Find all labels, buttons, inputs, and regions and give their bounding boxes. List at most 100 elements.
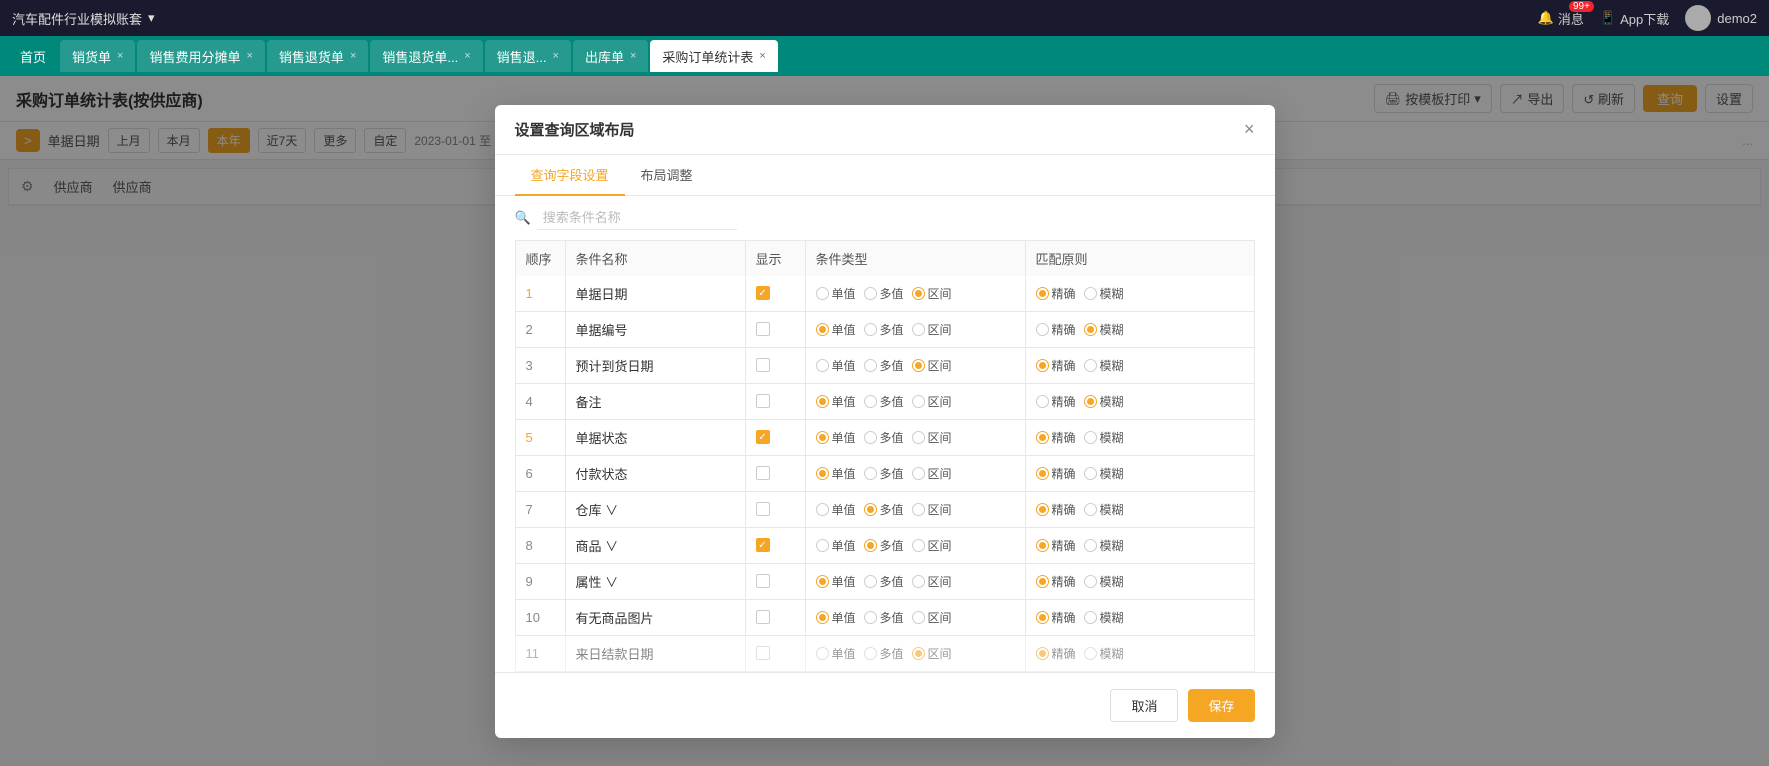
radio-range-5[interactable]: 区间 xyxy=(912,429,952,446)
dropdown-icon[interactable]: ▾ xyxy=(148,10,155,26)
radio-multi-7[interactable]: 多值 xyxy=(864,501,904,518)
radio-fuzzy-9[interactable]: 模糊 xyxy=(1084,573,1124,590)
radio-exact-11[interactable]: 精确 xyxy=(1036,645,1076,662)
checkbox-display-10[interactable] xyxy=(756,610,770,624)
tab-sales-order[interactable]: 销货单 × xyxy=(60,40,135,72)
radio-fuzzy-4[interactable]: 模糊 xyxy=(1084,393,1124,410)
checkbox-display-4[interactable] xyxy=(756,394,770,408)
message-btn[interactable]: 🔔 消息 99+ xyxy=(1538,9,1584,28)
radio-fuzzy-7[interactable]: 模糊 xyxy=(1084,501,1124,518)
cell-display-4[interactable] xyxy=(746,384,806,419)
tab-sales-return3-close[interactable]: × xyxy=(553,50,559,62)
radio-exact-5[interactable]: 精确 xyxy=(1036,429,1076,446)
radio-single-5[interactable]: 单值 xyxy=(816,429,856,446)
cell-display-7[interactable] xyxy=(746,492,806,527)
radio-exact-9[interactable]: 精确 xyxy=(1036,573,1076,590)
radio-exact-1[interactable]: 精确 xyxy=(1036,285,1076,302)
checkbox-display-3[interactable] xyxy=(756,358,770,372)
tab-sales-return1-close[interactable]: × xyxy=(350,50,356,62)
cell-display-1[interactable] xyxy=(746,276,806,311)
radio-multi-5[interactable]: 多值 xyxy=(864,429,904,446)
radio-range-9[interactable]: 区间 xyxy=(912,573,952,590)
tab-query-fields[interactable]: 查询字段设置 xyxy=(515,155,625,196)
radio-single-9[interactable]: 单值 xyxy=(816,573,856,590)
cell-display-5[interactable] xyxy=(746,420,806,455)
radio-range-10[interactable]: 区间 xyxy=(912,609,952,626)
search-input[interactable] xyxy=(537,206,737,230)
radio-range-1[interactable]: 区间 xyxy=(912,285,952,302)
checkbox-display-6[interactable] xyxy=(756,466,770,480)
radio-single-11[interactable]: 单值 xyxy=(816,645,856,662)
save-button[interactable]: 保存 xyxy=(1188,689,1254,722)
radio-exact-10[interactable]: 精确 xyxy=(1036,609,1076,626)
radio-multi-10[interactable]: 多值 xyxy=(864,609,904,626)
tab-layout-adjust[interactable]: 布局调整 xyxy=(625,155,709,196)
checkbox-display-2[interactable] xyxy=(756,322,770,336)
tab-sales-return3[interactable]: 销售退... × xyxy=(485,40,571,72)
radio-fuzzy-3[interactable]: 模糊 xyxy=(1084,357,1124,374)
tab-outbound[interactable]: 出库单 × xyxy=(573,40,648,72)
radio-range-8[interactable]: 区间 xyxy=(912,537,952,554)
radio-multi-11[interactable]: 多值 xyxy=(864,645,904,662)
radio-multi-6[interactable]: 多值 xyxy=(864,465,904,482)
radio-exact-7[interactable]: 精确 xyxy=(1036,501,1076,518)
radio-multi-3[interactable]: 多值 xyxy=(864,357,904,374)
radio-fuzzy-6[interactable]: 模糊 xyxy=(1084,465,1124,482)
user-avatar-area[interactable]: demo2 xyxy=(1685,5,1757,31)
radio-fuzzy-2[interactable]: 模糊 xyxy=(1084,321,1124,338)
checkbox-display-9[interactable] xyxy=(756,574,770,588)
tab-purchase-stat-close[interactable]: × xyxy=(759,50,765,62)
radio-exact-3[interactable]: 精确 xyxy=(1036,357,1076,374)
radio-multi-9[interactable]: 多值 xyxy=(864,573,904,590)
tab-sales-fee[interactable]: 销售费用分摊单 × xyxy=(137,40,264,72)
radio-exact-2[interactable]: 精确 xyxy=(1036,321,1076,338)
radio-range-3[interactable]: 区间 xyxy=(912,357,952,374)
dialog-close-button[interactable]: × xyxy=(1244,120,1255,138)
radio-single-2[interactable]: 单值 xyxy=(816,321,856,338)
tab-purchase-stat[interactable]: 采购订单统计表 × xyxy=(650,40,777,72)
tab-home[interactable]: 首页 xyxy=(8,40,58,72)
checkbox-display-5[interactable] xyxy=(756,430,770,444)
radio-range-2[interactable]: 区间 xyxy=(912,321,952,338)
radio-fuzzy-11[interactable]: 模糊 xyxy=(1084,645,1124,662)
radio-multi-2[interactable]: 多值 xyxy=(864,321,904,338)
radio-multi-1[interactable]: 多值 xyxy=(864,285,904,302)
tab-sales-return1[interactable]: 销售退货单 × xyxy=(267,40,368,72)
radio-single-6[interactable]: 单值 xyxy=(816,465,856,482)
cell-display-8[interactable] xyxy=(746,528,806,563)
radio-range-11[interactable]: 区间 xyxy=(912,645,952,662)
radio-single-1[interactable]: 单值 xyxy=(816,285,856,302)
app-download-btn[interactable]: 📱 App下载 xyxy=(1600,9,1669,28)
cancel-button[interactable]: 取消 xyxy=(1110,689,1178,722)
radio-exact-4[interactable]: 精确 xyxy=(1036,393,1076,410)
cell-display-9[interactable] xyxy=(746,564,806,599)
tab-sales-return2[interactable]: 销售退货单... × xyxy=(370,40,482,72)
radio-exact-6[interactable]: 精确 xyxy=(1036,465,1076,482)
radio-range-4[interactable]: 区间 xyxy=(912,393,952,410)
radio-range-7[interactable]: 区间 xyxy=(912,501,952,518)
cell-display-2[interactable] xyxy=(746,312,806,347)
checkbox-display-8[interactable] xyxy=(756,538,770,552)
radio-single-3[interactable]: 单值 xyxy=(816,357,856,374)
radio-multi-8[interactable]: 多值 xyxy=(864,537,904,554)
tab-outbound-close[interactable]: × xyxy=(630,50,636,62)
radio-fuzzy-10[interactable]: 模糊 xyxy=(1084,609,1124,626)
checkbox-display-7[interactable] xyxy=(756,502,770,516)
radio-single-4[interactable]: 单值 xyxy=(816,393,856,410)
cell-display-6[interactable] xyxy=(746,456,806,491)
radio-single-10[interactable]: 单值 xyxy=(816,609,856,626)
checkbox-display-1[interactable] xyxy=(756,286,770,300)
cell-display-10[interactable] xyxy=(746,600,806,635)
tab-sales-return2-close[interactable]: × xyxy=(464,50,470,62)
cell-display-3[interactable] xyxy=(746,348,806,383)
tab-sales-fee-close[interactable]: × xyxy=(246,50,252,62)
checkbox-display-11[interactable] xyxy=(756,646,770,660)
cell-display-11[interactable] xyxy=(746,636,806,671)
tab-sales-order-close[interactable]: × xyxy=(117,50,123,62)
radio-exact-8[interactable]: 精确 xyxy=(1036,537,1076,554)
radio-range-6[interactable]: 区间 xyxy=(912,465,952,482)
radio-multi-4[interactable]: 多值 xyxy=(864,393,904,410)
radio-fuzzy-8[interactable]: 模糊 xyxy=(1084,537,1124,554)
radio-single-8[interactable]: 单值 xyxy=(816,537,856,554)
radio-fuzzy-1[interactable]: 模糊 xyxy=(1084,285,1124,302)
